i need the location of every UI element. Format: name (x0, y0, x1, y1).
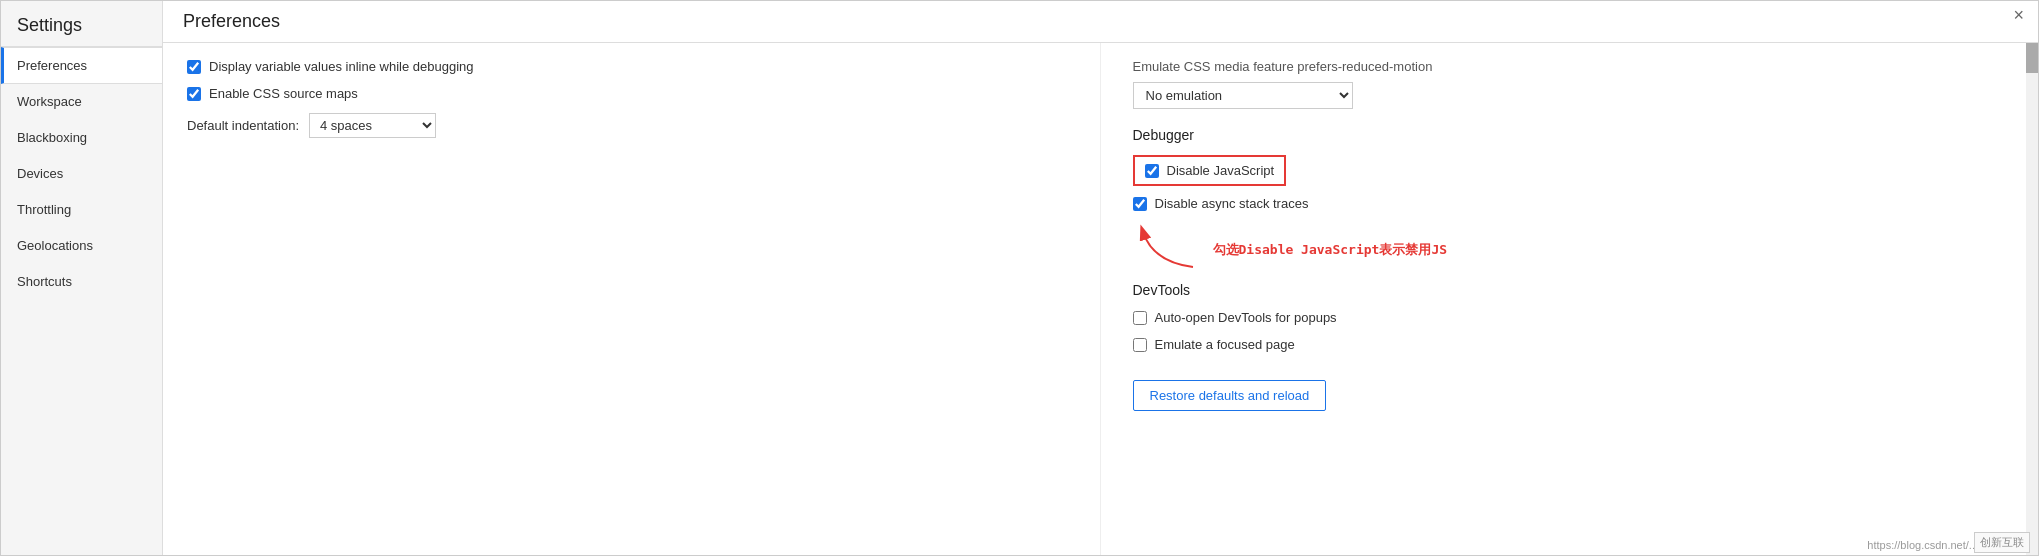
main-area: Preferences Display variable values inli… (163, 1, 2038, 555)
disable-js-checkbox[interactable] (1145, 164, 1159, 178)
annotation-text: 勾选Disable JavaScript表示禁用JS (1213, 241, 1448, 259)
disable-async-row: Disable async stack traces (1133, 196, 2007, 211)
right-panel: Emulate CSS media feature prefers-reduce… (1101, 43, 2039, 555)
disable-js-row: Disable JavaScript (1133, 155, 1287, 186)
sidebar-item-throttling[interactable]: Throttling (1, 192, 162, 228)
devtools-section: DevTools Auto-open DevTools for popups E… (1133, 282, 2007, 352)
css-source-maps-row: Enable CSS source maps (187, 86, 1076, 101)
sidebar-item-geolocations[interactable]: Geolocations (1, 228, 162, 264)
close-button[interactable]: × (2013, 5, 2024, 26)
indentation-row: Default indentation: 2 spaces 4 spaces 8… (187, 113, 1076, 138)
arrow-icon (1133, 227, 1203, 272)
disable-async-label: Disable async stack traces (1155, 196, 1309, 211)
emulation-select[interactable]: No emulation prefers-reduced-motion: red… (1133, 82, 1353, 109)
left-panel: Display variable values inline while deb… (163, 43, 1101, 555)
sidebar: Settings Preferences Workspace Blackboxi… (1, 1, 163, 555)
settings-title: Settings (1, 1, 162, 47)
auto-open-row: Auto-open DevTools for popups (1133, 310, 2007, 325)
breadcrumb-title: Preferences (183, 11, 280, 32)
scrollbar-track (2026, 43, 2038, 555)
disable-async-checkbox[interactable] (1133, 197, 1147, 211)
emulate-section: Emulate CSS media feature prefers-reduce… (1133, 59, 2007, 109)
content-area: Display variable values inline while deb… (163, 43, 2038, 555)
emulate-focused-label: Emulate a focused page (1155, 337, 1295, 352)
emulate-focused-row: Emulate a focused page (1133, 337, 2007, 352)
disable-js-label: Disable JavaScript (1167, 163, 1275, 178)
watermark: https://blog.csdn.net/... (1867, 539, 1978, 551)
emulate-focused-checkbox[interactable] (1133, 338, 1147, 352)
indentation-select[interactable]: 2 spaces 4 spaces 8 spaces Tab character (309, 113, 436, 138)
devtools-title: DevTools (1133, 282, 2007, 298)
brand-logo: 创新互联 (1974, 532, 2030, 553)
display-variable-label: Display variable values inline while deb… (209, 59, 474, 74)
restore-defaults-button[interactable]: Restore defaults and reload (1133, 380, 1327, 411)
breadcrumb-bar: Preferences (163, 1, 2038, 43)
annotation-area: 勾选Disable JavaScript表示禁用JS (1133, 227, 2007, 272)
sidebar-item-preferences[interactable]: Preferences (1, 47, 162, 84)
auto-open-label: Auto-open DevTools for popups (1155, 310, 1337, 325)
sidebar-item-blackboxing[interactable]: Blackboxing (1, 120, 162, 156)
debugger-section: Debugger Disable JavaScript Disable asyn… (1133, 127, 2007, 211)
sidebar-item-shortcuts[interactable]: Shortcuts (1, 264, 162, 300)
debugger-title: Debugger (1133, 127, 2007, 143)
css-source-maps-checkbox[interactable] (187, 87, 201, 101)
sidebar-item-devices[interactable]: Devices (1, 156, 162, 192)
scrollbar-thumb[interactable] (2026, 43, 2038, 73)
css-source-maps-label: Enable CSS source maps (209, 86, 358, 101)
display-variable-checkbox[interactable] (187, 60, 201, 74)
display-variable-row: Display variable values inline while deb… (187, 59, 1076, 74)
indentation-label: Default indentation: (187, 118, 299, 133)
emulate-dropdown-row: No emulation prefers-reduced-motion: red… (1133, 82, 2007, 109)
auto-open-checkbox[interactable] (1133, 311, 1147, 325)
emulate-section-label: Emulate CSS media feature prefers-reduce… (1133, 59, 2007, 74)
sidebar-item-workspace[interactable]: Workspace (1, 84, 162, 120)
